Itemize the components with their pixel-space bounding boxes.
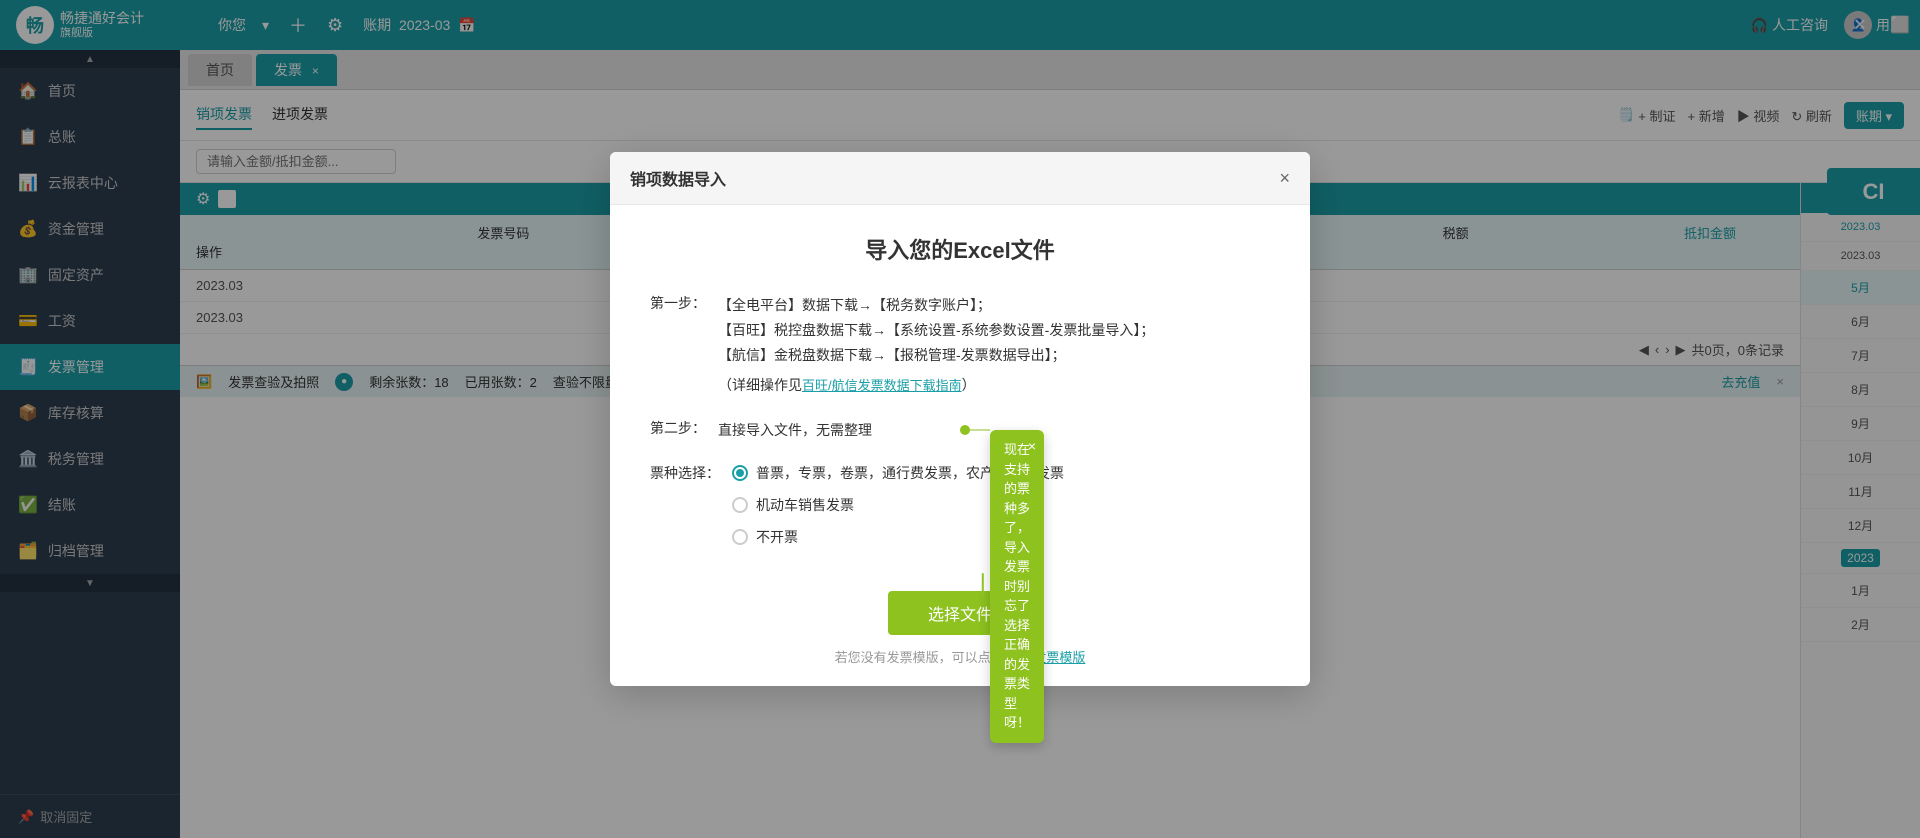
- step2-content: 直接导入文件，无需整理: [718, 418, 872, 443]
- tooltip-text: 现在支持的票种多了，导入发票时别忘了选择正确的发票类型呀！: [1004, 442, 1030, 730]
- radio-label-2: 机动车销售发票: [756, 495, 854, 515]
- step1-line-2: 【百旺】税控盘数据下载→【系统设置-系统参数设置-发票批量导入】；: [718, 318, 1154, 343]
- modal-footer: 选择文件 若您没有发票模版，可以点击 下载发票模版: [610, 591, 1310, 686]
- step1-line-3: 【航信】金税盘数据下载→【报税管理-发票数据导出】；: [718, 343, 1154, 368]
- modal-header: 销项数据导入 ×: [610, 152, 1310, 205]
- step1-link-row: （详细操作见百旺/航信发票数据下载指南）: [718, 373, 1154, 398]
- modal-title: 销项数据导入: [630, 166, 726, 190]
- tooltip-close-button[interactable]: ×: [1028, 436, 1036, 457]
- modal-overlay: 销项数据导入 × 导入您的Excel文件 第一步： 【全电平台】数据下载→【税务…: [0, 0, 1920, 838]
- modal-close-button[interactable]: ×: [1279, 168, 1290, 189]
- step2-label: 第二步：: [650, 418, 706, 443]
- download-guide-link[interactable]: 百旺/航信发票数据下载指南: [802, 378, 962, 393]
- step1-content: 【全电平台】数据下载→【税务数字账户】； 【百旺】税控盘数据下载→【系统设置-系…: [718, 293, 1154, 398]
- modal-body: 导入您的Excel文件 第一步： 【全电平台】数据下载→【税务数字账户】； 【百…: [610, 205, 1310, 591]
- modal-main-title: 导入您的Excel文件: [650, 233, 1270, 265]
- radio-circle-3: [732, 529, 748, 545]
- ticket-section: 票种选择： 普票，专票，卷票，通行费发票，农产品销售发票 机动车销售发票: [650, 463, 1270, 547]
- step1-row: 第一步： 【全电平台】数据下载→【税务数字账户】； 【百旺】税控盘数据下载→【系…: [650, 293, 1270, 398]
- tooltip-bubble: × 现在支持的票种多了，导入发票时别忘了选择正确的发票类型呀！: [990, 430, 1044, 743]
- step-1: 第一步： 【全电平台】数据下载→【税务数字账户】； 【百旺】税控盘数据下载→【系…: [650, 293, 1270, 398]
- ticket-row: 票种选择： 普票，专票，卷票，通行费发票，农产品销售发票 机动车销售发票: [650, 463, 1270, 547]
- import-modal: 销项数据导入 × 导入您的Excel文件 第一步： 【全电平台】数据下载→【税务…: [610, 152, 1310, 686]
- ticket-label: 票种选择：: [650, 463, 720, 483]
- download-template-row: 若您没有发票模版，可以点击 下载发票模版: [835, 647, 1086, 666]
- step1-line-1: 【全电平台】数据下载→【税务数字账户】；: [718, 293, 1154, 318]
- tooltip-line: [964, 430, 990, 431]
- step1-label: 第一步：: [650, 293, 706, 398]
- radio-circle-1: [732, 465, 748, 481]
- radio-label-3: 不开票: [756, 527, 798, 547]
- radio-circle-2: [732, 497, 748, 513]
